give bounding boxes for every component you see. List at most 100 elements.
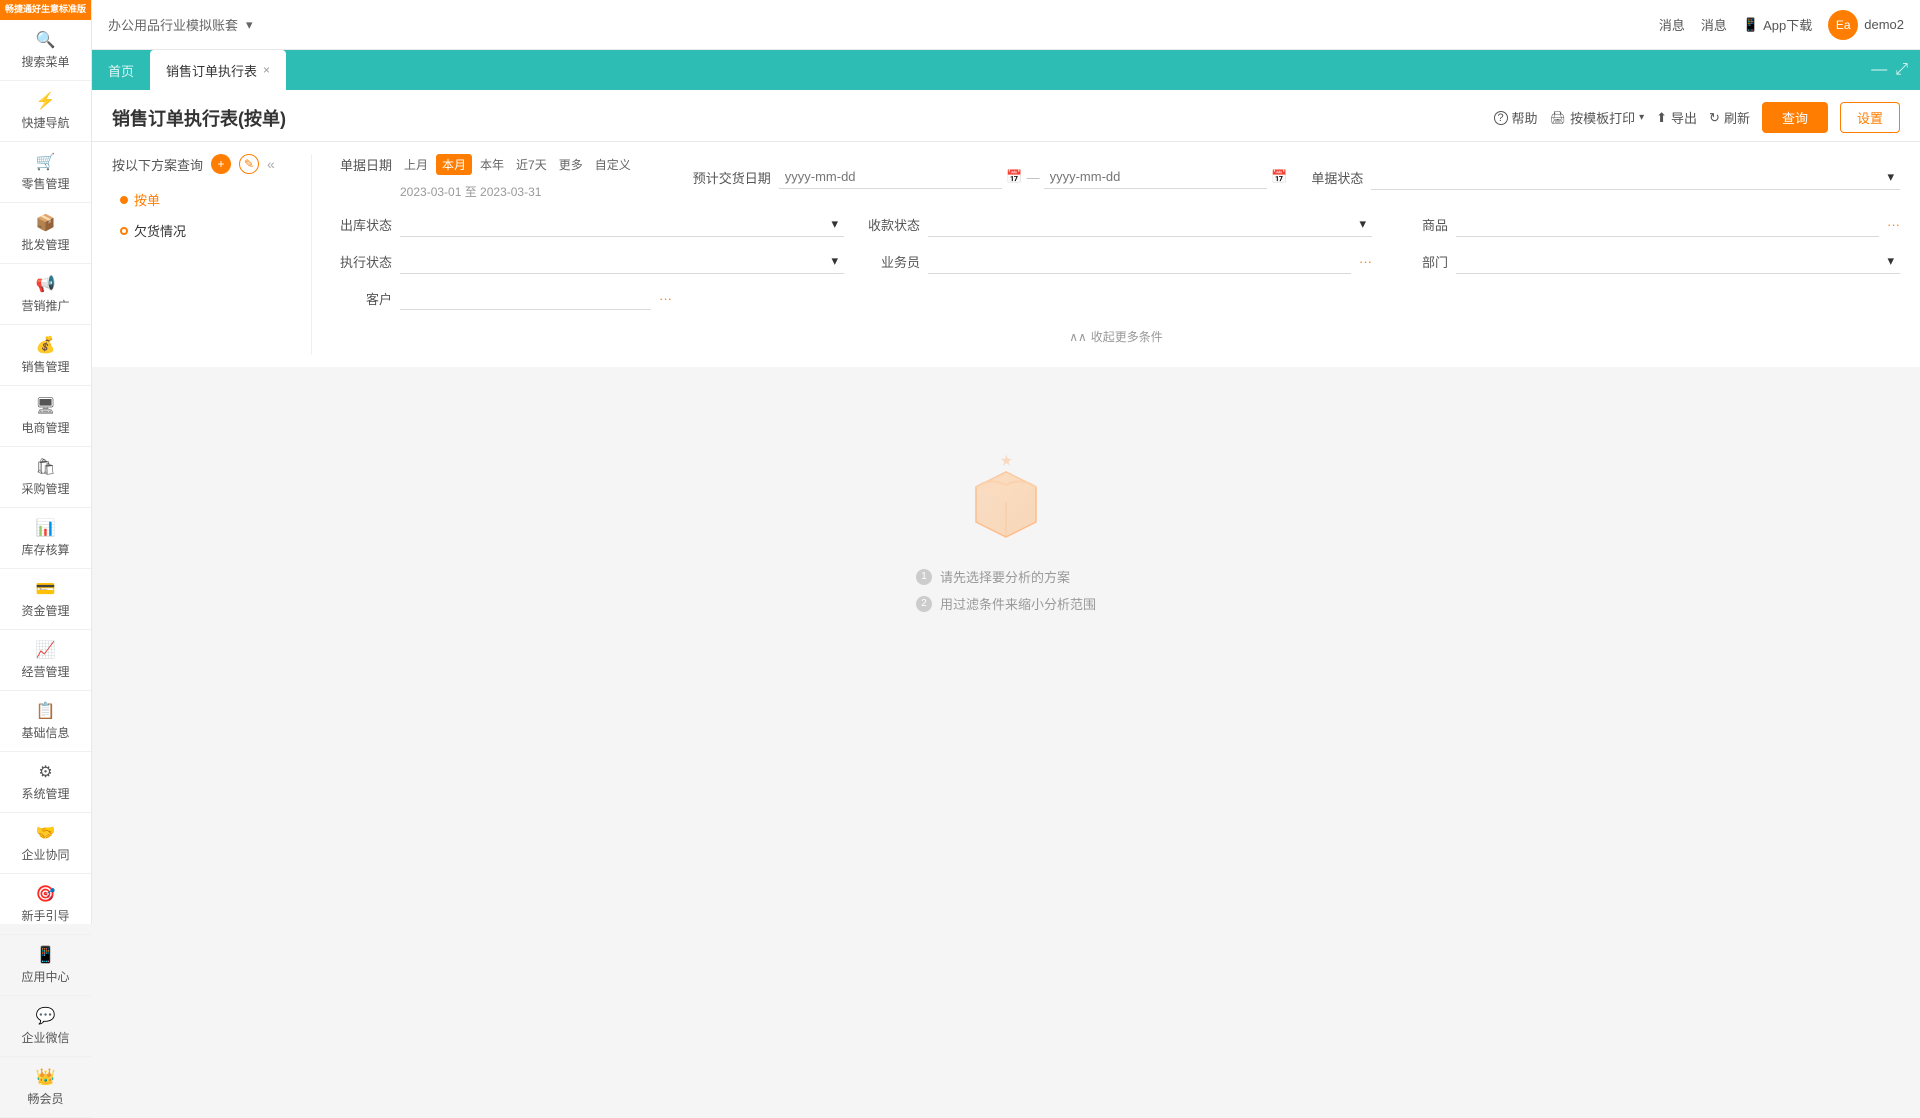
date-tab-2[interactable]: 本年 xyxy=(476,154,508,175)
filter-row-1: 单据日期 上月本月本年近7天更多自定义 2023-03-01 至 2023-03… xyxy=(332,154,1900,200)
sidebar-icon-14: 🎯 xyxy=(36,884,56,904)
filter-scheme-item-0[interactable]: 按单 xyxy=(112,184,295,215)
sidebar-item-5[interactable]: 💰 销售管理 xyxy=(0,325,91,386)
sidebar-label-16: 企业微信 xyxy=(21,1029,69,1046)
dept-chevron xyxy=(1887,253,1894,269)
sidebar-item-13[interactable]: 🤝 企业协同 xyxy=(0,813,91,874)
goods-input[interactable] xyxy=(1456,213,1879,237)
exec-status-select[interactable] xyxy=(400,249,844,274)
sidebar-item-6[interactable]: 🖥 电商管理 xyxy=(0,386,91,447)
goods-label: 商品 xyxy=(1388,215,1448,234)
sidebar-icon-15: 📱 xyxy=(36,945,56,965)
add-scheme-btn[interactable]: + xyxy=(211,154,231,174)
sidebar-label-6: 电商管理 xyxy=(21,419,69,436)
hint-item-2: 2 用过滤条件来缩小分析范围 xyxy=(916,594,1096,613)
tab-bar-actions: — ⤢ xyxy=(1871,61,1920,79)
sidebar-item-9[interactable]: 💳 资金管理 xyxy=(0,569,91,630)
delivery-status-field: 出库状态 xyxy=(332,212,844,237)
sidebar-item-2[interactable]: 🛒 零售管理 xyxy=(0,142,91,203)
sidebar-icon-7: 🛍 xyxy=(35,457,55,477)
sidebar-label-3: 批发管理 xyxy=(21,236,69,253)
delivery-status-select[interactable] xyxy=(400,212,844,237)
date-tab-5[interactable]: 自定义 xyxy=(591,154,635,175)
expected-date-end[interactable] xyxy=(1044,165,1268,189)
sidebar-item-4[interactable]: 📢 营销推广 xyxy=(0,264,91,325)
add-icon: + xyxy=(218,157,225,171)
sidebar-icon-13: 🤝 xyxy=(36,823,56,843)
expected-date-field: 预计交货日期 📅 — 📅 xyxy=(691,165,1288,189)
sidebar-item-7[interactable]: 🛍 采购管理 xyxy=(0,447,91,508)
collapse-arrow: ∧∧ xyxy=(1069,330,1087,344)
breadcrumb-arrow[interactable]: ▾ xyxy=(246,17,253,33)
date-tab-0[interactable]: 上月 xyxy=(400,154,432,175)
sidebar-label-2: 零售管理 xyxy=(21,175,69,192)
settings-button[interactable]: 设置 xyxy=(1840,102,1900,133)
date-tab-1[interactable]: 本月 xyxy=(436,154,472,175)
sidebar-icon-8: 📊 xyxy=(36,518,56,538)
customer-input[interactable] xyxy=(400,286,651,310)
message-btn[interactable]: 消息 xyxy=(1659,15,1685,34)
sidebar-label-13: 企业协同 xyxy=(21,846,69,863)
tab-minimize-btn[interactable]: — xyxy=(1871,61,1887,79)
help-btn[interactable]: ? 帮助 xyxy=(1494,108,1538,127)
expected-date-start[interactable] xyxy=(779,165,1003,189)
header-right: 消息 消息 📱 App下载 Ea demo2 xyxy=(1659,10,1904,40)
sidebar-label-7: 采购管理 xyxy=(21,480,69,497)
user-menu[interactable]: Ea demo2 xyxy=(1828,10,1904,40)
tab-active[interactable]: 销售订单执行表 × xyxy=(150,50,286,90)
hint-num-2: 2 xyxy=(916,596,932,612)
print-arrow: ▾ xyxy=(1639,112,1644,123)
goods-more-icon[interactable] xyxy=(1887,217,1900,232)
sidebar-label-4: 营销推广 xyxy=(21,297,69,314)
sidebar-item-15[interactable]: 📱 应用中心 xyxy=(0,935,91,996)
salesperson-more-icon[interactable] xyxy=(1359,254,1372,269)
date-tab-4[interactable]: 更多 xyxy=(555,154,587,175)
payment-label: 收款状态 xyxy=(860,215,920,234)
sidebar-item-0[interactable]: 🔍 搜索菜单 xyxy=(0,20,91,81)
sidebar-icon-0: 🔍 xyxy=(36,30,56,50)
sidebar-item-14[interactable]: 🎯 新手引导 xyxy=(0,874,91,935)
refresh-btn[interactable]: ↻ 刷新 xyxy=(1709,108,1750,127)
salesperson-label: 业务员 xyxy=(860,252,920,271)
username: demo2 xyxy=(1864,17,1904,32)
collapse-scheme-btn[interactable]: « xyxy=(267,156,275,172)
tab-close-icon[interactable]: × xyxy=(263,63,270,77)
main-content: 办公用品行业模拟账套 ▾ 消息 消息 📱 App下载 Ea demo2 首页 销… xyxy=(92,0,1920,924)
sidebar-item-16[interactable]: 💬 企业微信 xyxy=(0,996,91,1057)
sidebar-item-3[interactable]: 📦 批发管理 xyxy=(0,203,91,264)
salesperson-input[interactable] xyxy=(928,250,1351,274)
calendar-icon-end[interactable]: 📅 xyxy=(1271,169,1287,185)
print-btn[interactable]: 🖨 按模板打印 ▾ xyxy=(1550,108,1645,127)
refresh-icon: ↻ xyxy=(1709,110,1720,126)
tab-maximize-btn[interactable]: ⤢ xyxy=(1895,61,1908,79)
query-button[interactable]: 查询 xyxy=(1762,102,1828,133)
edit-icon: ✎ xyxy=(244,157,254,171)
sidebar-icon-4: 📢 xyxy=(36,274,56,294)
export-btn[interactable]: ⬆ 导出 xyxy=(1656,108,1697,127)
phone-icon: 📱 xyxy=(1743,17,1759,33)
tab-home[interactable]: 首页 xyxy=(92,50,150,90)
sidebar-item-11[interactable]: 📋 基础信息 xyxy=(0,691,91,752)
date-tab-3[interactable]: 近7天 xyxy=(512,154,551,175)
sidebar-item-8[interactable]: 📊 库存核算 xyxy=(0,508,91,569)
collapse-filter-btn[interactable]: ∧∧ 收起更多条件 xyxy=(332,322,1900,351)
message-text[interactable]: 消息 xyxy=(1701,15,1727,34)
edit-scheme-btn[interactable]: ✎ xyxy=(239,154,259,174)
customer-more-icon[interactable] xyxy=(659,291,672,306)
sidebar-item-1[interactable]: ⚡ 快捷导航 xyxy=(0,81,91,142)
payment-status-select[interactable] xyxy=(928,212,1372,237)
sidebar-label-10: 经营管理 xyxy=(21,663,69,680)
sidebar-icon-5: 💰 xyxy=(36,335,56,355)
sidebar-item-17[interactable]: 👑 畅会员 xyxy=(0,1057,91,1118)
sidebar-item-10[interactable]: 📈 经营管理 xyxy=(0,630,91,691)
dept-select[interactable] xyxy=(1456,249,1900,274)
top-header: 办公用品行业模拟账套 ▾ 消息 消息 📱 App下载 Ea demo2 xyxy=(92,0,1920,50)
app-download-btn[interactable]: 📱 App下载 xyxy=(1743,15,1812,34)
page-title: 销售订单执行表(按单) xyxy=(112,105,286,131)
calendar-icon-start[interactable]: 📅 xyxy=(1006,169,1022,185)
export-label: 导出 xyxy=(1671,108,1697,127)
sidebar-item-12[interactable]: ⚙ 系统管理 xyxy=(0,752,91,813)
print-label: 按模板打印 xyxy=(1570,108,1635,127)
filter-scheme-item-1[interactable]: 欠货情况 xyxy=(112,215,295,246)
status-select[interactable] xyxy=(1371,165,1900,190)
